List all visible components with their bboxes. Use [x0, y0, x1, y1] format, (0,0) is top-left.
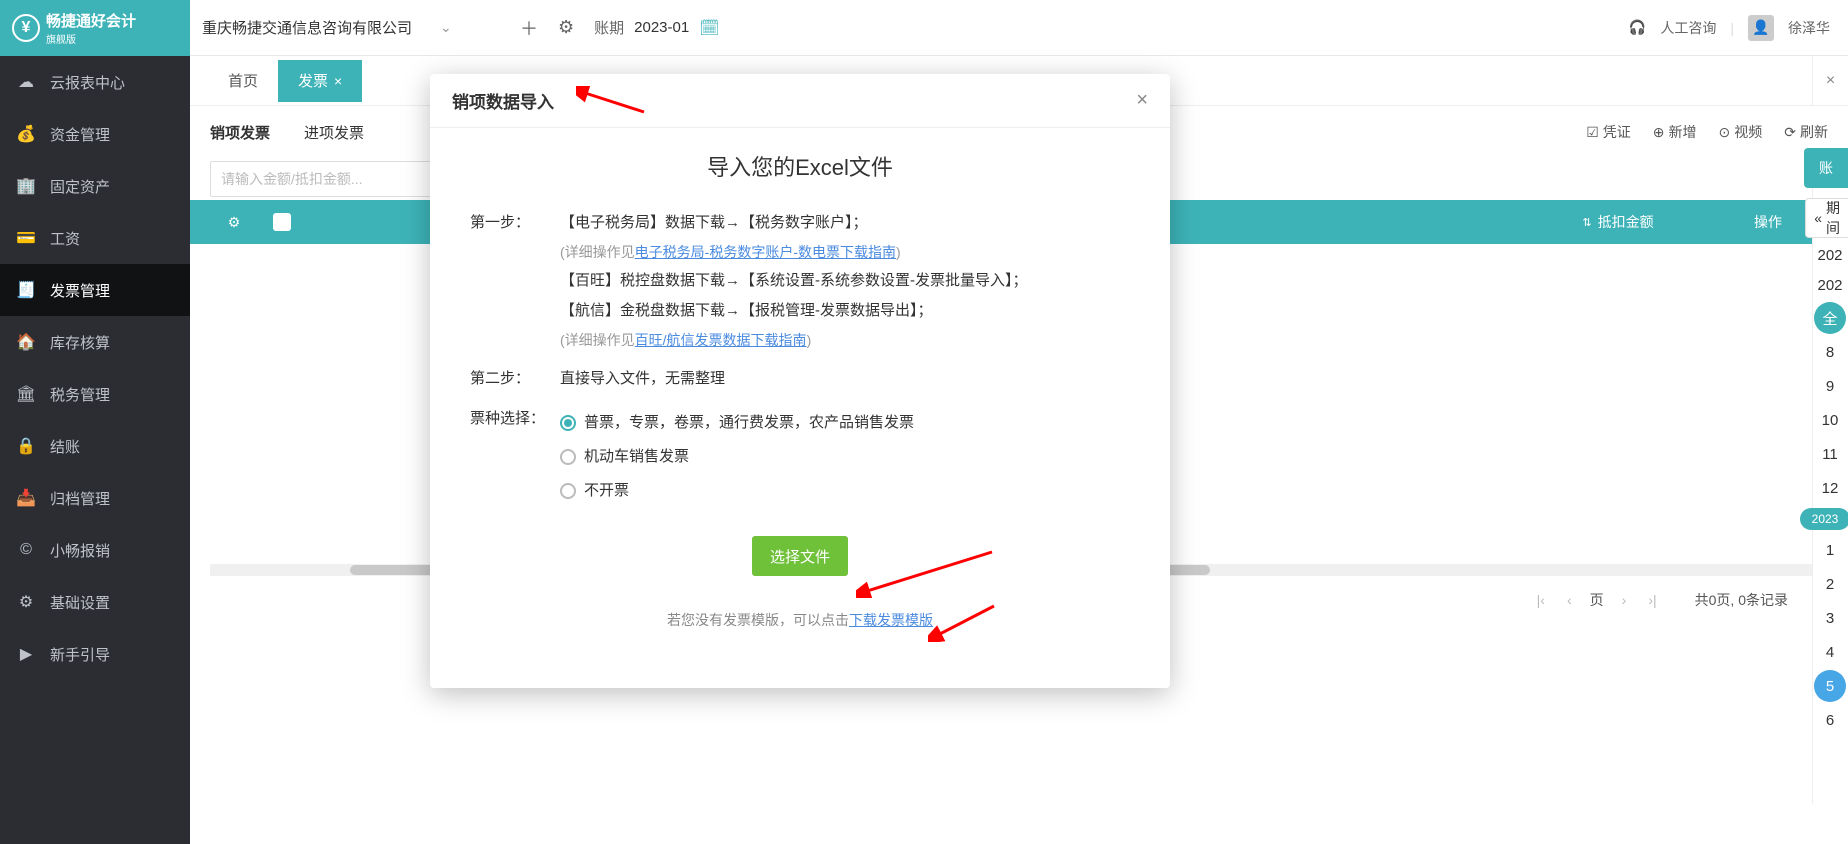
step1-note1: (详细操作见电子税务局-税务数字账户-数电票下载指南) [560, 238, 1130, 266]
step2-label: 第二步： [470, 364, 560, 394]
modal-body: 导入您的Excel文件 第一步： 【电子税务局】数据下载→【税务数字账户】； (… [430, 128, 1170, 634]
modal-footer: 若您没有发票模版，可以点击下载发票模版 [470, 606, 1130, 634]
step2-text: 直接导入文件，无需整理 [560, 364, 1130, 394]
radio-option-vehicle[interactable]: 机动车销售发票 [560, 442, 1130, 472]
modal-header: 销项数据导入 × [430, 74, 1170, 128]
radio-icon [560, 449, 576, 465]
modal-heading: 导入您的Excel文件 [470, 146, 1130, 190]
guide-link-etax[interactable]: 电子税务局-税务数字账户-数电票下载指南 [635, 244, 896, 260]
select-file-button[interactable]: 选择文件 [752, 536, 848, 576]
step1-note2: (详细操作见百旺/航信发票数据下载指南) [560, 326, 1130, 354]
step1-line1: 【电子税务局】数据下载→【税务数字账户】； [560, 208, 1130, 238]
step1-line2: 【百旺】税控盘数据下载→【系统设置-系统参数设置-发票批量导入】； [560, 266, 1130, 296]
radio-icon [560, 483, 576, 499]
radio-label: 不开票 [584, 476, 629, 506]
download-template-link[interactable]: 下载发票模版 [849, 612, 933, 628]
radio-icon [560, 415, 576, 431]
step1-label: 第一步： [470, 208, 560, 354]
radio-label: 普票，专票，卷票，通行费发票，农产品销售发票 [584, 408, 914, 438]
annotation-arrow [928, 602, 998, 642]
type-label: 票种选择： [470, 404, 560, 510]
annotation-arrow [856, 548, 996, 598]
guide-link-bwhx[interactable]: 百旺/航信发票数据下载指南 [635, 332, 807, 348]
radio-option-none[interactable]: 不开票 [560, 476, 1130, 506]
radio-option-general[interactable]: 普票，专票，卷票，通行费发票，农产品销售发票 [560, 408, 1130, 438]
modal-title: 销项数据导入 [452, 88, 554, 113]
close-icon[interactable]: × [1136, 89, 1148, 112]
annotation-arrow [576, 86, 646, 116]
step1-line3: 【航信】金税盘数据下载→【报税管理-发票数据导出】； [560, 296, 1130, 326]
radio-label: 机动车销售发票 [584, 442, 689, 472]
import-modal: 销项数据导入 × 导入您的Excel文件 第一步： 【电子税务局】数据下载→【税… [430, 74, 1170, 688]
